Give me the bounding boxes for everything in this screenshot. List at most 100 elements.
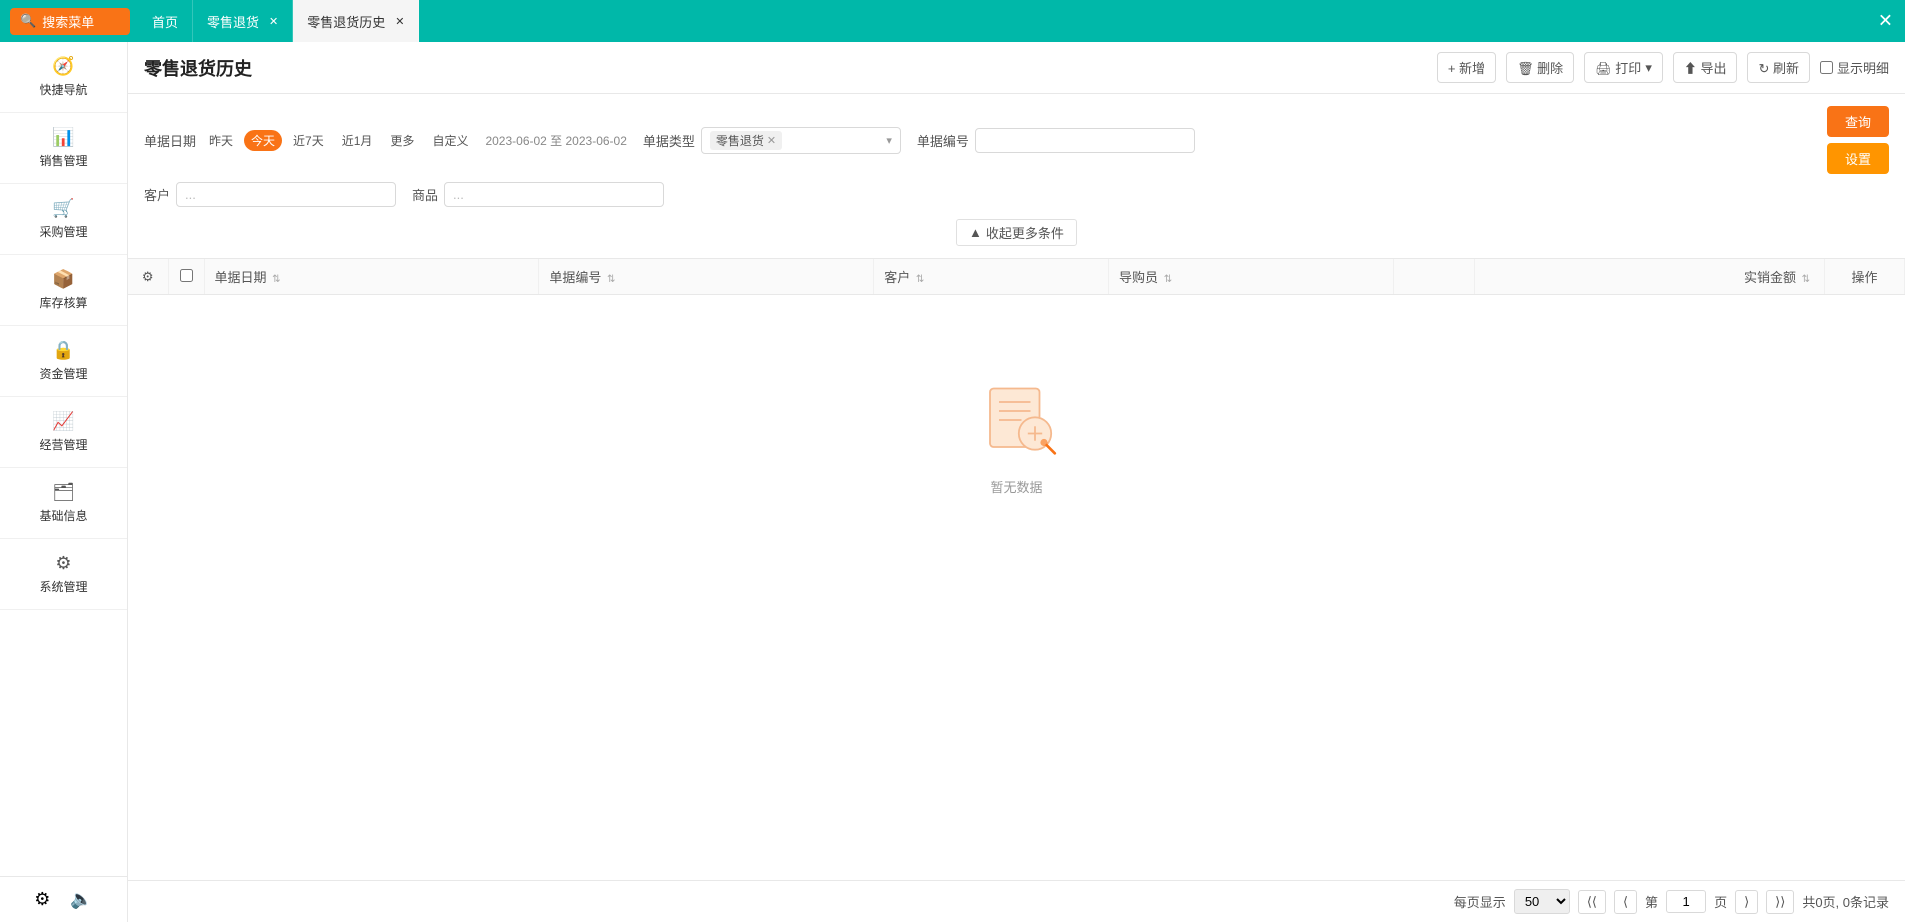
tab-retail-return-history-label: 零售退货历史 — [307, 12, 385, 31]
filter-row-2: 客户 商品 — [144, 182, 1889, 207]
prev-page-button[interactable]: ⟨ — [1614, 890, 1637, 914]
sidebar-settings-icon[interactable]: ⚙ — [34, 889, 50, 910]
tab-retail-return[interactable]: 零售退货 ✕ — [193, 0, 293, 42]
th-amount-sort-icon[interactable]: ⇅ — [1802, 274, 1810, 285]
search-menu[interactable]: 🔍 搜索菜单 — [10, 8, 130, 35]
voucher-type-tag: 零售退货 ✕ — [710, 131, 782, 150]
voucher-type-filter: 单据类型 零售退货 ✕ ▾ — [643, 127, 901, 154]
voucher-no-filter: 单据编号 — [917, 128, 1195, 153]
page-label: 第 — [1645, 892, 1658, 911]
voucher-type-tag-close[interactable]: ✕ — [767, 134, 776, 147]
first-page-button[interactable]: ⟨⟨ — [1578, 890, 1606, 914]
table-header-row: ⚙ 单据日期 ⇅ 单据编号 ⇅ — [128, 259, 1905, 295]
goods-filter: 商品 — [412, 182, 664, 207]
voucher-type-tag-text: 零售退货 — [716, 132, 764, 149]
sidebar-item-quick-nav-label: 快捷导航 — [39, 81, 87, 98]
export-button[interactable]: ⬆ 导出 — [1673, 52, 1738, 83]
next-page-button[interactable]: ⟩ — [1735, 890, 1758, 914]
delete-button[interactable]: 🗑 删除 — [1506, 52, 1574, 83]
empty-svg — [972, 375, 1062, 465]
sidebar: 🧭 快捷导航 📊 销售管理 🛒 采购管理 📦 库存核算 🔒 资金管理 📈 经营管… — [0, 42, 128, 922]
show-detail-label: 显示明细 — [1820, 58, 1889, 77]
sidebar-item-basic-info-label: 基础信息 — [39, 507, 87, 524]
gear-icon[interactable]: ⚙ — [142, 269, 154, 284]
sidebar-item-basic-info[interactable]: 🗂 基础信息 — [0, 468, 127, 539]
th-guide-sort-icon[interactable]: ⇅ — [1164, 274, 1172, 285]
customer-filter: 客户 — [144, 182, 396, 207]
date-filter-label: 单据日期 — [144, 131, 196, 150]
date-btn-today[interactable]: 今天 — [244, 130, 282, 151]
collapse-row: ▲ 收起更多条件 — [144, 215, 1889, 250]
voucher-type-select[interactable]: 零售退货 ✕ ▾ — [701, 127, 901, 154]
sidebar-item-inventory-label: 库存核算 — [39, 294, 87, 311]
tab-retail-return-history-close[interactable]: ✕ — [395, 15, 404, 28]
tab-home[interactable]: 首页 — [138, 0, 193, 42]
settings-button[interactable]: 设置 — [1827, 143, 1889, 174]
sidebar-item-system[interactable]: ⚙ 系统管理 — [0, 539, 127, 610]
th-customer-sort-icon[interactable]: ⇅ — [916, 274, 924, 285]
th-voucher-no-sort-icon[interactable]: ⇅ — [607, 274, 615, 285]
top-bar: 🔍 搜索菜单 首页 零售退货 ✕ 零售退货历史 ✕ ✕ — [0, 0, 1905, 42]
sidebar-volume-icon[interactable]: 🔈 — [70, 889, 92, 910]
date-filter: 单据日期 昨天 今天 近7天 近1月 更多 自定义 2023-06-02 至 2… — [144, 130, 627, 151]
date-btn-7days[interactable]: 近7天 — [286, 130, 331, 151]
search-menu-label: 搜索菜单 — [42, 12, 94, 31]
sidebar-item-operations-label: 经营管理 — [39, 436, 87, 453]
sidebar-item-system-label: 系统管理 — [39, 578, 87, 595]
sidebar-item-purchase[interactable]: 🛒 采购管理 — [0, 184, 127, 255]
voucher-no-label: 单据编号 — [917, 131, 969, 150]
voucher-no-input[interactable] — [975, 128, 1195, 153]
collapse-label: 收起更多条件 — [986, 223, 1064, 242]
date-btn-yesterday[interactable]: 昨天 — [202, 130, 240, 151]
page-number-input[interactable] — [1666, 890, 1706, 913]
voucher-type-dropdown-icon: ▾ — [886, 134, 892, 147]
query-button[interactable]: 查询 — [1827, 106, 1889, 137]
date-btn-1month[interactable]: 近1月 — [335, 130, 380, 151]
sidebar-item-inventory[interactable]: 📦 库存核算 — [0, 255, 127, 326]
tab-retail-return-history[interactable]: 零售退货历史 ✕ — [293, 0, 419, 42]
new-button[interactable]: + 新增 — [1437, 52, 1496, 83]
sidebar-item-quick-nav[interactable]: 🧭 快捷导航 — [0, 42, 127, 113]
th-voucher-no-label: 单据编号 — [549, 270, 601, 285]
show-detail-text: 显示明细 — [1837, 58, 1889, 77]
date-btn-custom[interactable]: 自定义 — [425, 130, 475, 151]
th-operation-label: 操作 — [1851, 270, 1877, 285]
th-date-sort-icon[interactable]: ⇅ — [272, 274, 280, 285]
th-date-label: 单据日期 — [215, 270, 267, 285]
per-page-select[interactable]: 50 100 200 — [1514, 889, 1570, 914]
sidebar-bottom: ⚙ 🔈 — [0, 876, 127, 922]
sidebar-item-sales[interactable]: 📊 销售管理 — [0, 113, 127, 184]
th-amount-label: 实销金额 — [1744, 270, 1796, 285]
date-btn-more[interactable]: 更多 — [383, 130, 421, 151]
last-page-button[interactable]: ⟩⟩ — [1766, 890, 1794, 914]
refresh-button[interactable]: ↻ 刷新 — [1747, 52, 1810, 83]
pagination-bar: 每页显示 50 100 200 ⟨⟨ ⟨ 第 页 ⟩ ⟩⟩ 共0页, 0条记录 — [128, 880, 1905, 922]
sidebar-item-purchase-label: 采购管理 — [39, 223, 87, 240]
date-buttons: 昨天 今天 近7天 近1月 更多 自定义 — [202, 130, 475, 151]
page-title: 零售退货历史 — [144, 55, 252, 81]
th-guide-label: 导购员 — [1119, 270, 1158, 285]
goods-input[interactable] — [444, 182, 664, 207]
system-icon: ⚙ — [55, 553, 71, 574]
empty-state: 暂无数据 — [128, 295, 1905, 576]
content-area: 零售退货历史 + 新增 🗑 删除 🖨 打印 ▾ ⬆ 导出 ↻ 刷新 — [128, 42, 1905, 922]
select-all-checkbox[interactable] — [180, 269, 193, 282]
sidebar-item-finance[interactable]: 🔒 资金管理 — [0, 326, 127, 397]
print-button[interactable]: 🖨 打印 ▾ — [1584, 52, 1663, 83]
export-button-label: ⬆ 导出 — [1684, 58, 1727, 77]
collapse-button[interactable]: ▲ 收起更多条件 — [956, 219, 1077, 246]
inventory-icon: 📦 — [52, 269, 74, 290]
filter-row-1: 单据日期 昨天 今天 近7天 近1月 更多 自定义 2023-06-02 至 2… — [144, 106, 1889, 174]
print-dropdown-icon[interactable]: ▾ — [1645, 60, 1652, 76]
refresh-button-label: ↻ 刷新 — [1758, 58, 1799, 77]
tab-home-label: 首页 — [152, 12, 178, 31]
tab-retail-return-close[interactable]: ✕ — [269, 15, 278, 28]
delete-button-label: 🗑 删除 — [1517, 58, 1563, 77]
voucher-type-label: 单据类型 — [643, 131, 695, 150]
customer-input[interactable] — [176, 182, 396, 207]
data-table: ⚙ 单据日期 ⇅ 单据编号 ⇅ — [128, 259, 1905, 295]
close-window-button[interactable]: ✕ — [1878, 11, 1893, 32]
main-layout: 🧭 快捷导航 📊 销售管理 🛒 采购管理 📦 库存核算 🔒 资金管理 📈 经营管… — [0, 42, 1905, 922]
show-detail-checkbox[interactable] — [1820, 61, 1833, 74]
sidebar-item-operations[interactable]: 📈 经营管理 — [0, 397, 127, 468]
